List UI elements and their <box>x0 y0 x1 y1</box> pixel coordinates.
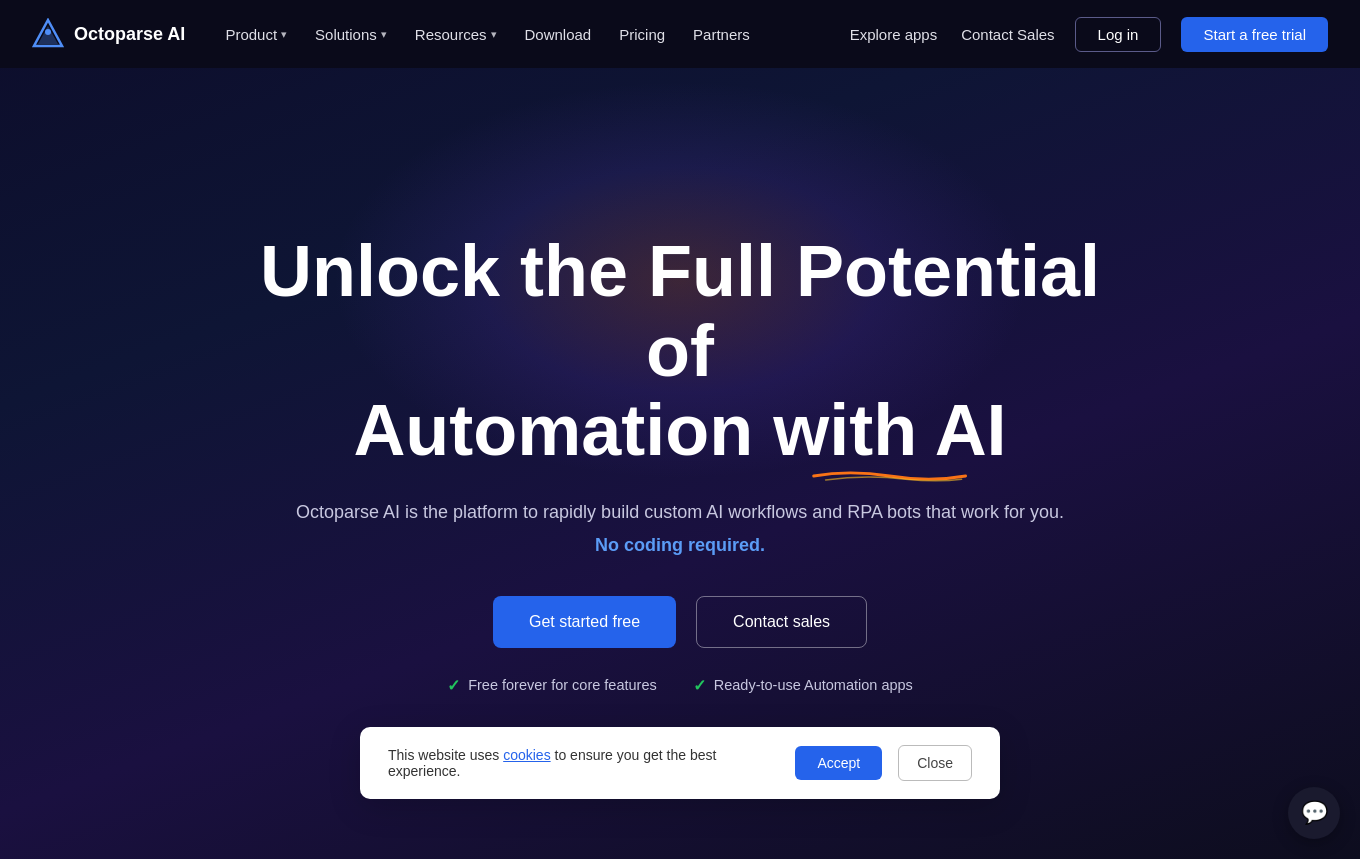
nav-right: Explore apps Contact Sales Log in Start … <box>850 17 1328 52</box>
hero-buttons: Get started free Contact sales <box>254 596 1106 648</box>
chevron-down-icon: ▾ <box>381 28 387 41</box>
cookies-link[interactable]: cookies <box>503 747 550 763</box>
hero-title-highlight: with AI <box>773 391 1006 470</box>
checkmark-icon-1: ✓ <box>447 676 460 695</box>
chevron-down-icon: ▾ <box>281 28 287 41</box>
start-trial-button[interactable]: Start a free trial <box>1181 17 1328 52</box>
navbar: Octoparse AI Product ▾ Solutions ▾ Resou… <box>0 0 1360 68</box>
nav-links: Product ▾ Solutions ▾ Resources ▾ Downlo… <box>225 26 749 43</box>
nav-pricing[interactable]: Pricing <box>619 26 665 43</box>
get-started-button[interactable]: Get started free <box>493 596 676 648</box>
check-item-1: ✓ Free forever for core features <box>447 676 657 695</box>
svg-point-2 <box>45 29 51 35</box>
logo-text: Octoparse AI <box>74 24 185 45</box>
close-cookie-button[interactable]: Close <box>898 745 972 781</box>
chat-icon: 💬 <box>1301 800 1328 826</box>
login-button[interactable]: Log in <box>1075 17 1162 52</box>
hero-subtitle-bold: No coding required. <box>254 535 1106 556</box>
chat-button[interactable]: 💬 <box>1288 787 1340 839</box>
hero-content: Unlock the Full Potential of Automation … <box>230 232 1130 694</box>
hero-title: Unlock the Full Potential of Automation … <box>254 232 1106 470</box>
nav-product[interactable]: Product ▾ <box>225 26 287 43</box>
nav-partners[interactable]: Partners <box>693 26 750 43</box>
logo-icon <box>32 18 64 50</box>
cookie-text: This website uses cookies to ensure you … <box>388 747 779 779</box>
nav-solutions[interactable]: Solutions ▾ <box>315 26 387 43</box>
cookie-banner: This website uses cookies to ensure you … <box>360 727 1000 799</box>
check-item-2: ✓ Ready-to-use Automation apps <box>693 676 913 695</box>
accept-cookie-button[interactable]: Accept <box>795 746 882 780</box>
nav-left: Octoparse AI Product ▾ Solutions ▾ Resou… <box>32 18 750 50</box>
underline-decoration <box>773 468 1006 484</box>
checkmark-icon-2: ✓ <box>693 676 706 695</box>
nav-resources[interactable]: Resources ▾ <box>415 26 497 43</box>
nav-right-links: Explore apps Contact Sales <box>850 26 1055 43</box>
logo[interactable]: Octoparse AI <box>32 18 185 50</box>
nav-contact-sales[interactable]: Contact Sales <box>961 26 1054 43</box>
nav-explore-apps[interactable]: Explore apps <box>850 26 938 43</box>
chevron-down-icon: ▾ <box>491 28 497 41</box>
nav-download[interactable]: Download <box>525 26 592 43</box>
hero-checks: ✓ Free forever for core features ✓ Ready… <box>254 676 1106 695</box>
contact-sales-button[interactable]: Contact sales <box>696 596 867 648</box>
hero-subtitle: Octoparse AI is the platform to rapidly … <box>254 498 1106 527</box>
